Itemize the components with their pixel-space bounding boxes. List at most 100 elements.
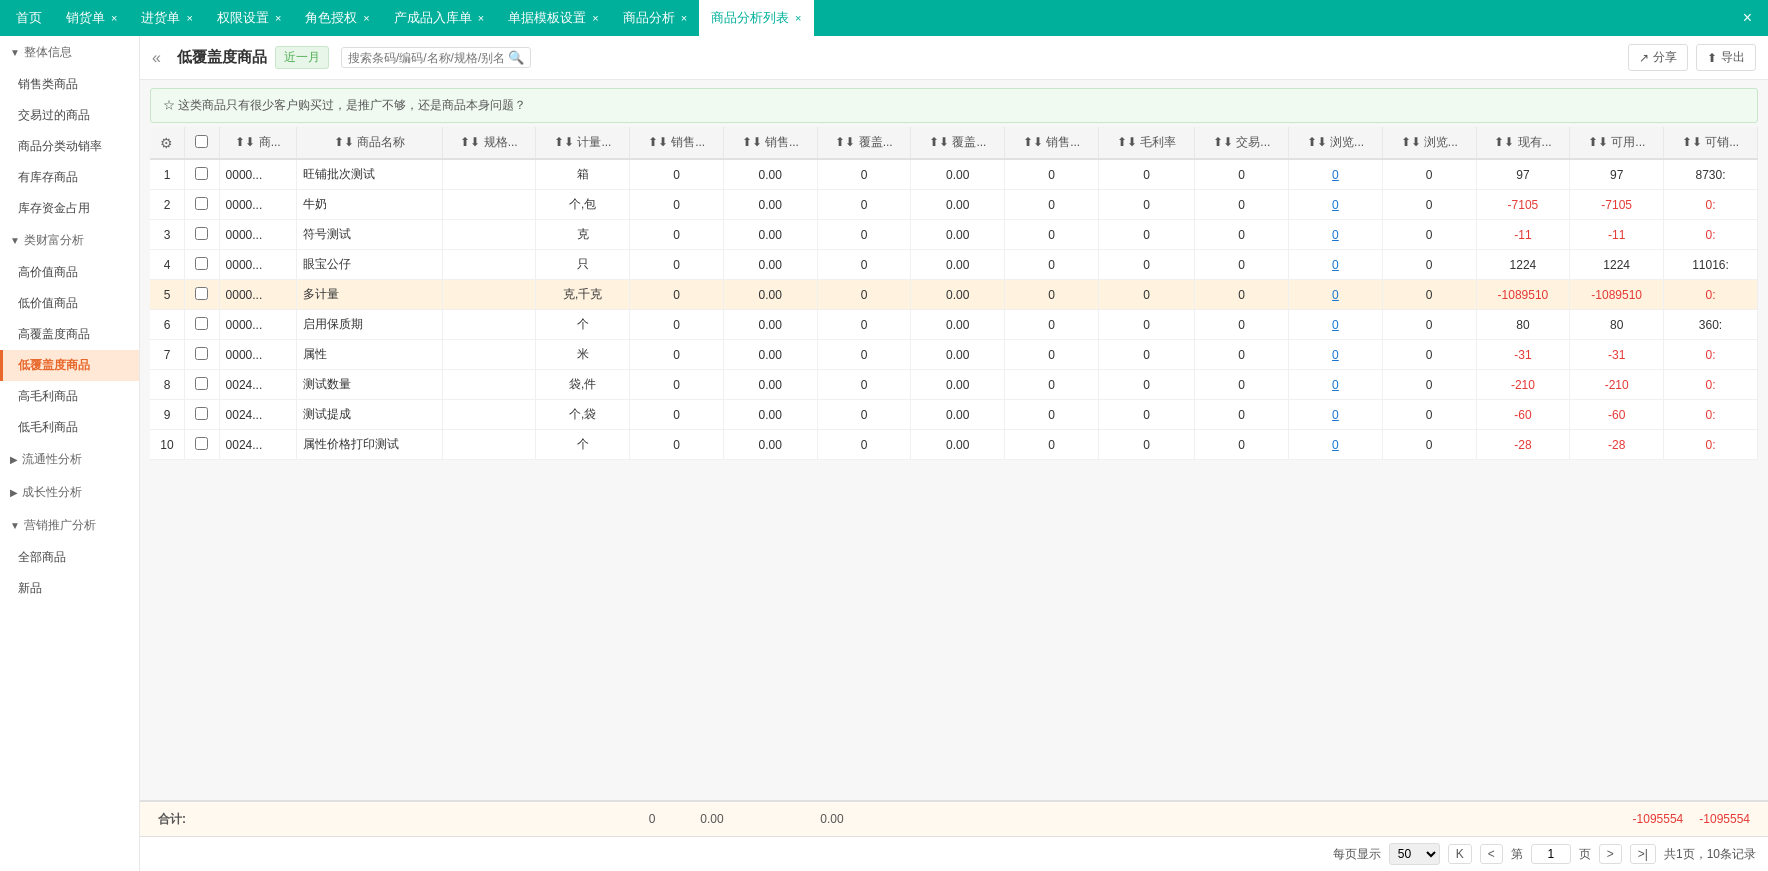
spec-column-header[interactable]: ⬆⬇ 规格... — [442, 127, 536, 159]
browse1-column-header[interactable]: ⬆⬇ 浏览... — [1289, 127, 1383, 159]
browse2-column-header[interactable]: ⬆⬇ 浏览... — [1382, 127, 1476, 159]
nav-purchase[interactable]: 进货单 × — [129, 0, 204, 36]
name-column-header[interactable]: ⬆⬇ 商品名称 — [297, 127, 442, 159]
period-filter-button[interactable]: 近一月 — [275, 46, 329, 69]
row-select-checkbox[interactable] — [195, 197, 208, 210]
sidebar-item-low-coverage[interactable]: 低覆盖度商品 — [0, 350, 139, 381]
nav-product-analysis-list[interactable]: 商品分析列表 × — [699, 0, 813, 36]
row-spec — [442, 250, 536, 280]
row-select-checkbox[interactable] — [195, 437, 208, 450]
sidebar-item-sales-goods[interactable]: 销售类商品 — [0, 69, 139, 100]
close-icon[interactable]: × — [478, 12, 484, 24]
sidebar-item-low-margin[interactable]: 低毛利商品 — [0, 412, 139, 443]
row-no: 5 — [150, 280, 184, 310]
sku-code-column-header[interactable]: ⬆⬇ 商... — [219, 127, 297, 159]
row-browse1[interactable]: 0 — [1289, 220, 1383, 250]
stock-sale-column-header[interactable]: ⬆⬇ 可销... — [1664, 127, 1758, 159]
cover1-column-header[interactable]: ⬆⬇ 覆盖... — [817, 127, 911, 159]
sidebar-section-marketing[interactable]: ▼ 营销推广分析 — [0, 509, 139, 542]
row-browse1[interactable]: 0 — [1289, 430, 1383, 460]
close-icon[interactable]: × — [592, 12, 598, 24]
row-select-checkbox[interactable] — [195, 377, 208, 390]
search-input[interactable] — [348, 51, 508, 65]
sidebar-item-in-stock[interactable]: 有库存商品 — [0, 162, 139, 193]
sidebar-item-inventory-capital[interactable]: 库存资金占用 — [0, 193, 139, 224]
row-select-checkbox[interactable] — [195, 257, 208, 270]
row-browse1[interactable]: 0 — [1289, 190, 1383, 220]
row-browse1[interactable]: 0 — [1289, 159, 1383, 190]
close-icon[interactable]: × — [681, 12, 687, 24]
close-icon[interactable]: × — [275, 12, 281, 24]
row-checkbox[interactable] — [184, 250, 219, 280]
sidebar-item-high-value[interactable]: 高价值商品 — [0, 257, 139, 288]
prev-page-button[interactable]: < — [1480, 844, 1503, 864]
row-checkbox[interactable] — [184, 220, 219, 250]
row-checkbox[interactable] — [184, 280, 219, 310]
sales3-column-header[interactable]: ⬆⬇ 销售... — [1005, 127, 1099, 159]
sales-amt-column-header[interactable]: ⬆⬇ 销售... — [723, 127, 817, 159]
nav-product-analysis[interactable]: 商品分析 × — [611, 0, 699, 36]
gear-column-header[interactable]: ⚙ — [150, 127, 184, 159]
stock-current-column-header[interactable]: ⬆⬇ 现有... — [1476, 127, 1570, 159]
sidebar-item-category-rate[interactable]: 商品分类动销率 — [0, 131, 139, 162]
export-button[interactable]: ⬆ 导出 — [1696, 44, 1756, 71]
next-page-button[interactable]: > — [1599, 844, 1622, 864]
sidebar-item-all-goods[interactable]: 全部商品 — [0, 542, 139, 573]
row-browse1[interactable]: 0 — [1289, 250, 1383, 280]
row-checkbox[interactable] — [184, 190, 219, 220]
row-browse1[interactable]: 0 — [1289, 400, 1383, 430]
row-sales-qty: 0 — [630, 250, 724, 280]
last-page-button[interactable]: >| — [1630, 844, 1656, 864]
select-all-checkbox[interactable] — [195, 135, 208, 148]
share-button[interactable]: ↗ 分享 — [1628, 44, 1688, 71]
nav-role-auth[interactable]: 角色授权 × — [293, 0, 381, 36]
row-browse1[interactable]: 0 — [1289, 310, 1383, 340]
nav-template[interactable]: 单据模板设置 × — [496, 0, 610, 36]
row-browse1[interactable]: 0 — [1289, 280, 1383, 310]
row-checkbox[interactable] — [184, 430, 219, 460]
row-select-checkbox[interactable] — [195, 407, 208, 420]
first-page-button[interactable]: K — [1448, 844, 1472, 864]
collapse-sidebar-button[interactable]: « — [152, 49, 161, 67]
sidebar-item-new-goods[interactable]: 新品 — [0, 573, 139, 604]
nav-permissions[interactable]: 权限设置 × — [205, 0, 293, 36]
cover2-column-header[interactable]: ⬆⬇ 覆盖... — [911, 127, 1005, 159]
close-icon[interactable]: × — [186, 12, 192, 24]
row-select-checkbox[interactable] — [195, 167, 208, 180]
sidebar-section-liquidity[interactable]: ▶ 流通性分析 — [0, 443, 139, 476]
row-sku: 0000... — [219, 190, 297, 220]
nav-sales[interactable]: 销货单 × — [54, 0, 129, 36]
row-browse1[interactable]: 0 — [1289, 370, 1383, 400]
close-icon[interactable]: × — [363, 12, 369, 24]
close-icon[interactable]: × — [795, 12, 801, 24]
checkbox-column-header[interactable] — [184, 127, 219, 159]
nav-product-storage[interactable]: 产成品入库单 × — [382, 0, 496, 36]
sidebar-item-high-margin[interactable]: 高毛利商品 — [0, 381, 139, 412]
row-browse1[interactable]: 0 — [1289, 340, 1383, 370]
row-checkbox[interactable] — [184, 310, 219, 340]
row-select-checkbox[interactable] — [195, 317, 208, 330]
gross-rate-column-header[interactable]: ⬆⬇ 毛利率 — [1098, 127, 1194, 159]
row-checkbox[interactable] — [184, 400, 219, 430]
row-select-checkbox[interactable] — [195, 227, 208, 240]
current-page-input[interactable] — [1531, 844, 1571, 864]
sidebar-item-high-coverage[interactable]: 高覆盖度商品 — [0, 319, 139, 350]
sidebar-section-wealth[interactable]: ▼ 类财富分析 — [0, 224, 139, 257]
nav-home[interactable]: 首页 — [4, 0, 54, 36]
row-checkbox[interactable] — [184, 370, 219, 400]
row-select-checkbox[interactable] — [195, 347, 208, 360]
per-page-select[interactable]: 50 20 100 — [1389, 843, 1440, 865]
sidebar-section-overall[interactable]: ▼ 整体信息 — [0, 36, 139, 69]
sidebar-item-low-value[interactable]: 低价值商品 — [0, 288, 139, 319]
sidebar-item-traded-goods[interactable]: 交易过的商品 — [0, 100, 139, 131]
unit-column-header[interactable]: ⬆⬇ 计量... — [536, 127, 630, 159]
stock-avail-column-header[interactable]: ⬆⬇ 可用... — [1570, 127, 1664, 159]
sales-qty-column-header[interactable]: ⬆⬇ 销售... — [630, 127, 724, 159]
row-select-checkbox[interactable] — [195, 287, 208, 300]
sidebar-section-growth[interactable]: ▶ 成长性分析 — [0, 476, 139, 509]
close-icon[interactable]: × — [111, 12, 117, 24]
row-checkbox[interactable] — [184, 340, 219, 370]
window-close-button[interactable]: × — [1731, 9, 1764, 27]
row-checkbox[interactable] — [184, 159, 219, 190]
trade-column-header[interactable]: ⬆⬇ 交易... — [1195, 127, 1289, 159]
